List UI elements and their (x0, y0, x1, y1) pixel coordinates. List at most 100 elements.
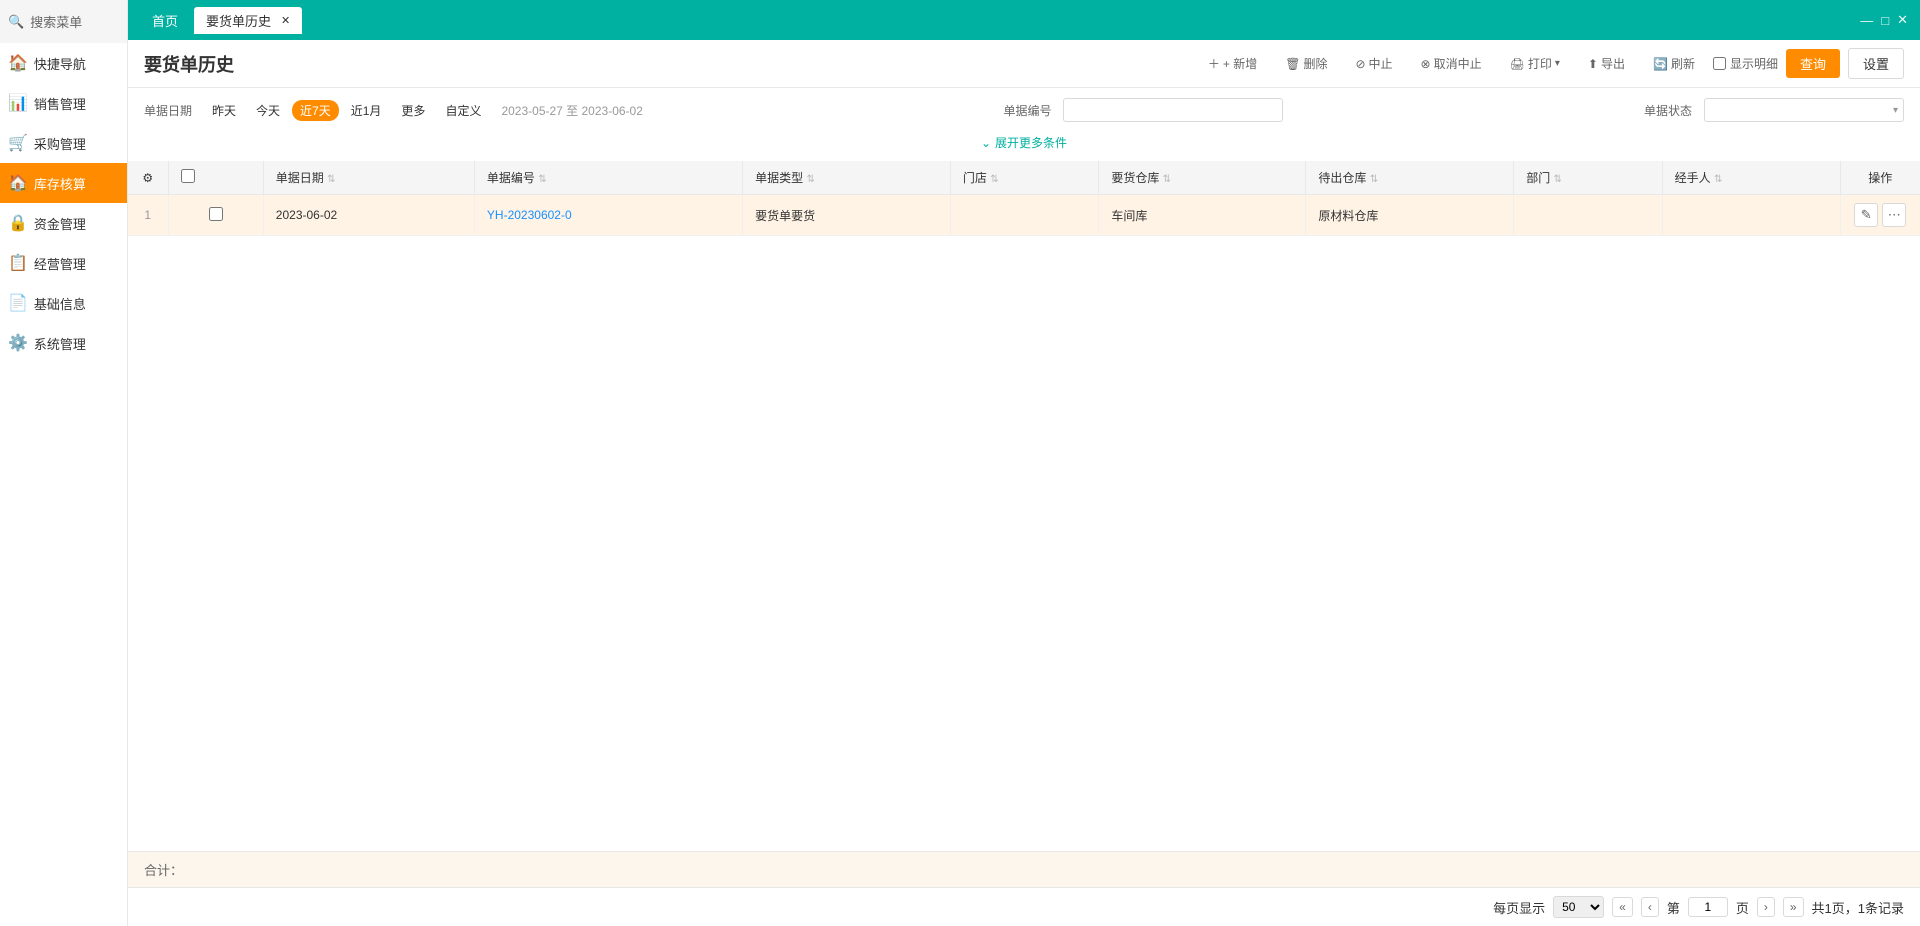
export-icon: ⬆ (1588, 57, 1598, 71)
new-button[interactable]: ＋ + 新增 (1198, 51, 1267, 76)
first-page-btn[interactable]: « (1612, 897, 1633, 917)
search-icon: 🔍 (8, 14, 24, 30)
export-button[interactable]: ⬆ 导出 (1578, 51, 1635, 76)
tab-requisition-history-label: 要货单历史 (206, 11, 271, 30)
quick-btn-custom[interactable]: 自定义 (437, 100, 489, 121)
sort-pending-wh-icon: ⇅ (1370, 174, 1378, 185)
td-handler (1662, 195, 1840, 236)
quick-btn-yesterday[interactable]: 昨天 (204, 100, 244, 121)
cart-icon: 🛒 (8, 133, 28, 153)
sidebar-item-purchase[interactable]: 🛒 采购管理 (0, 123, 127, 163)
topbar: 首页 要货单历史 ✕ — □ ✕ (128, 0, 1920, 40)
th-pending-warehouse[interactable]: 待出仓库 ⇅ (1306, 161, 1514, 195)
sidebar-item-label: 基础信息 (34, 294, 86, 313)
query-button[interactable]: 查询 (1786, 49, 1840, 78)
prev-page-btn[interactable]: ‹ (1641, 897, 1659, 917)
sidebar-search[interactable]: 🔍 搜索菜单 (0, 0, 127, 43)
td-doc-no[interactable]: YH-20230602-0 (474, 195, 742, 236)
show-detail-checkbox[interactable] (1713, 57, 1726, 70)
sidebar-item-finance[interactable]: 🔒 资金管理 (0, 203, 127, 243)
sidebar-item-sales[interactable]: 📊 销售管理 (0, 83, 127, 123)
sidebar-item-label: 资金管理 (34, 214, 86, 233)
th-date[interactable]: 单据日期 ⇅ (263, 161, 474, 195)
td-date: 2023-06-02 (263, 195, 474, 236)
td-checkbox[interactable] (168, 195, 263, 236)
report-icon: 📋 (8, 253, 28, 273)
show-detail-checkbox-group[interactable]: 显示明细 (1713, 55, 1778, 72)
print-icon: 🖨 (1510, 57, 1525, 71)
sort-dept-icon: ⇅ (1554, 174, 1562, 185)
suspend-button[interactable]: ⊘ 中止 (1345, 51, 1402, 76)
th-store[interactable]: 门店 ⇅ (950, 161, 1098, 195)
window-close-btn[interactable]: ✕ (1897, 12, 1908, 28)
th-settings[interactable]: ⚙ (128, 161, 168, 195)
column-settings-icon[interactable]: ⚙ (142, 171, 153, 185)
suspend-icon: ⊘ (1355, 57, 1365, 71)
sort-docno-icon: ⇅ (538, 174, 546, 185)
page-size-select[interactable]: 20 50 100 200 (1553, 896, 1604, 918)
row-edit-btn[interactable]: ✎ (1854, 203, 1878, 227)
total-info: 共1页，1条记录 (1812, 898, 1904, 917)
th-department[interactable]: 部门 ⇅ (1514, 161, 1662, 195)
last-page-btn[interactable]: » (1783, 897, 1804, 917)
sort-date-icon: ⇅ (327, 174, 335, 185)
sidebar-item-label: 经营管理 (34, 254, 86, 273)
delete-icon: 🗑 (1285, 57, 1300, 71)
delete-button[interactable]: 🗑 删除 (1275, 51, 1337, 76)
home-icon: 🏠 (8, 53, 28, 73)
quick-btn-1month[interactable]: 近1月 (343, 100, 390, 121)
window-maximize-btn[interactable]: □ (1881, 13, 1889, 28)
pagination-bar: 每页显示 20 50 100 200 « ‹ 第 页 › » 共1页，1条记录 (128, 887, 1920, 926)
th-doc-type[interactable]: 单据类型 ⇅ (743, 161, 951, 195)
th-checkbox[interactable] (168, 161, 263, 195)
doc-status-select[interactable] (1704, 98, 1904, 122)
th-handler[interactable]: 经手人 ⇅ (1662, 161, 1840, 195)
cancel-suspend-icon: ⊗ (1421, 57, 1431, 71)
select-all-checkbox[interactable] (181, 169, 195, 183)
export-button-label: 导出 (1601, 55, 1625, 72)
sort-handler-icon: ⇅ (1714, 174, 1722, 185)
sidebar-item-label: 库存核算 (34, 174, 86, 193)
print-dropdown-icon: ▾ (1555, 58, 1560, 69)
footer-total-label: 合计： (144, 863, 183, 878)
settings-button[interactable]: 设置 (1848, 48, 1904, 79)
expand-icon: ⌄ (981, 136, 991, 150)
sidebar-item-basic[interactable]: 📄 基础信息 (0, 283, 127, 323)
td-doc-type: 要货单要货 (743, 195, 951, 236)
th-req-warehouse[interactable]: 要货仓库 ⇅ (1099, 161, 1306, 195)
sidebar-item-quick-nav[interactable]: 🏠 快捷导航 (0, 43, 127, 83)
table-header-row: ⚙ 单据日期 ⇅ 单据编号 ⇅ (128, 161, 1920, 195)
table-footer: 合计： (128, 851, 1920, 887)
window-minimize-btn[interactable]: — (1860, 13, 1873, 28)
delete-button-label: 删除 (1303, 55, 1327, 72)
sidebar-item-system[interactable]: ⚙️ 系统管理 (0, 323, 127, 363)
th-doc-no[interactable]: 单据编号 ⇅ (474, 161, 742, 195)
sidebar-item-inventory[interactable]: 🏠 库存核算 (0, 163, 127, 203)
tab-home[interactable]: 首页 (140, 7, 190, 34)
page-header: 要货单历史 ＋ + 新增 🗑 删除 ⊘ 中止 ⊗ 取消中止 (128, 40, 1920, 88)
print-button-label: 打印 (1528, 55, 1552, 72)
td-store (950, 195, 1098, 236)
tab-requisition-history[interactable]: 要货单历史 ✕ (194, 7, 302, 34)
page-input[interactable] (1688, 897, 1728, 917)
quick-btn-today[interactable]: 今天 (248, 100, 288, 121)
doc-no-link[interactable]: YH-20230602-0 (487, 208, 572, 222)
topbar-actions: — □ ✕ (1860, 12, 1908, 28)
expand-more-btn[interactable]: ⌄ 展开更多条件 (144, 134, 1904, 151)
td-department (1514, 195, 1662, 236)
quick-btn-more[interactable]: 更多 (393, 100, 433, 121)
print-button[interactable]: 🖨 打印 ▾ (1500, 51, 1570, 76)
td-pending-warehouse: 原材料仓库 (1306, 195, 1514, 236)
doc-number-input[interactable] (1063, 98, 1283, 122)
tab-close-icon[interactable]: ✕ (281, 14, 290, 27)
sidebar-search-label: 搜索菜单 (30, 12, 82, 31)
doc-number-label: 单据编号 (1003, 102, 1051, 119)
row-more-btn[interactable]: ⋯ (1882, 203, 1906, 227)
gear-icon: ⚙️ (8, 333, 28, 353)
refresh-button[interactable]: 🔄 刷新 (1643, 51, 1705, 76)
sidebar-item-operations[interactable]: 📋 经营管理 (0, 243, 127, 283)
cancel-suspend-button[interactable]: ⊗ 取消中止 (1411, 51, 1492, 76)
th-operations: 操作 (1840, 161, 1920, 195)
next-page-btn[interactable]: › (1757, 897, 1775, 917)
quick-btn-7days[interactable]: 近7天 (292, 100, 339, 121)
